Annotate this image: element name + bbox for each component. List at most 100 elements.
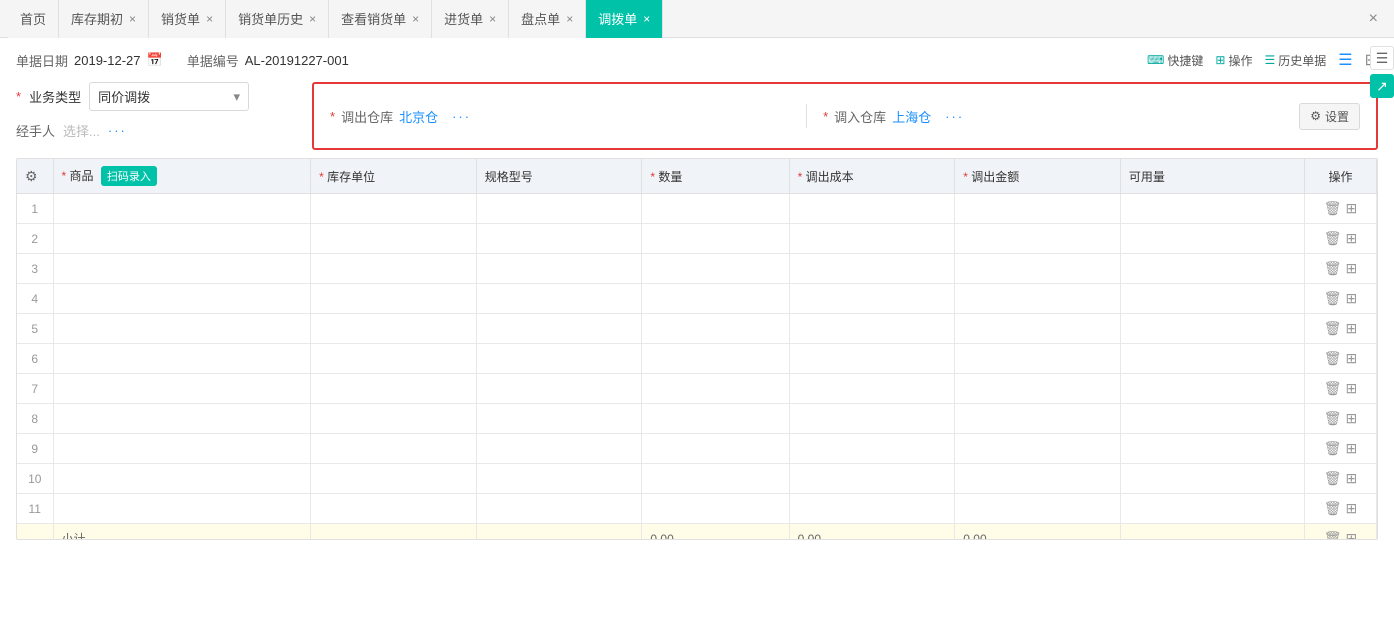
cell-spec[interactable]	[476, 224, 642, 254]
cell-available[interactable]	[1120, 434, 1304, 464]
transfer-in-more-icon[interactable]: ···	[945, 109, 964, 124]
subtotal-icon1[interactable]: 🗑	[1324, 530, 1342, 539]
cell-cost[interactable]	[789, 254, 955, 284]
cell-product[interactable]	[53, 434, 311, 464]
business-type-select[interactable]: 同价调拨 ▾	[89, 82, 249, 111]
cell-product[interactable]	[53, 344, 311, 374]
cell-unit[interactable]	[311, 254, 477, 284]
delete-row-icon[interactable]: 🗑	[1324, 290, 1342, 306]
cell-amount[interactable]	[955, 464, 1121, 494]
delete-row-icon[interactable]: 🗑	[1324, 500, 1342, 516]
cell-qty[interactable]	[642, 494, 789, 524]
tab-sales-history[interactable]: 销货单历史 ×	[226, 0, 329, 38]
tab-home[interactable]: 首页	[8, 0, 59, 38]
cell-qty[interactable]	[642, 374, 789, 404]
copy-row-icon[interactable]: ⊞	[1346, 440, 1358, 456]
cell-amount[interactable]	[955, 374, 1121, 404]
cell-cost[interactable]	[789, 494, 955, 524]
delete-row-icon[interactable]: 🗑	[1324, 380, 1342, 396]
cell-unit[interactable]	[311, 374, 477, 404]
delete-row-icon[interactable]: 🗑	[1324, 350, 1342, 366]
cell-unit[interactable]	[311, 434, 477, 464]
right-panel-export-btn[interactable]: ↗	[1370, 74, 1394, 98]
cell-amount[interactable]	[955, 494, 1121, 524]
cell-spec[interactable]	[476, 284, 642, 314]
cell-available[interactable]	[1120, 494, 1304, 524]
cell-cost[interactable]	[789, 464, 955, 494]
cell-cost[interactable]	[789, 314, 955, 344]
tab-close-inventory-init[interactable]: ×	[129, 12, 136, 26]
cell-cost[interactable]	[789, 344, 955, 374]
cell-spec[interactable]	[476, 194, 642, 224]
cell-product[interactable]	[53, 314, 311, 344]
list-view-btn[interactable]: ☰	[1338, 50, 1352, 70]
cell-spec[interactable]	[476, 254, 642, 284]
cell-available[interactable]	[1120, 464, 1304, 494]
cell-qty[interactable]	[642, 464, 789, 494]
cell-spec[interactable]	[476, 434, 642, 464]
cell-amount[interactable]	[955, 434, 1121, 464]
cell-spec[interactable]	[476, 314, 642, 344]
cell-spec[interactable]	[476, 464, 642, 494]
tab-close-sales-order[interactable]: ×	[206, 12, 213, 26]
cell-available[interactable]	[1120, 194, 1304, 224]
copy-row-icon[interactable]: ⊞	[1346, 470, 1358, 486]
settings-button[interactable]: ⚙ 设置	[1299, 103, 1360, 130]
cell-amount[interactable]	[955, 194, 1121, 224]
delete-row-icon[interactable]: 🗑	[1324, 200, 1342, 216]
cell-unit[interactable]	[311, 464, 477, 494]
cell-qty[interactable]	[642, 194, 789, 224]
cell-product[interactable]	[53, 224, 311, 254]
cell-qty[interactable]	[642, 284, 789, 314]
transfer-out-value[interactable]: 北京仓	[399, 107, 438, 126]
cell-cost[interactable]	[789, 404, 955, 434]
close-all-tabs[interactable]: ×	[1361, 10, 1386, 28]
operations-btn[interactable]: ⊞ 操作	[1215, 52, 1252, 69]
cell-qty[interactable]	[642, 434, 789, 464]
tab-inventory-init[interactable]: 库存期初 ×	[59, 0, 149, 38]
delete-row-icon[interactable]: 🗑	[1324, 320, 1342, 336]
delete-row-icon[interactable]: 🗑	[1324, 470, 1342, 486]
cell-unit[interactable]	[311, 314, 477, 344]
cell-spec[interactable]	[476, 344, 642, 374]
cell-qty[interactable]	[642, 254, 789, 284]
cell-product[interactable]	[53, 464, 311, 494]
cell-product[interactable]	[53, 194, 311, 224]
copy-row-icon[interactable]: ⊞	[1346, 200, 1358, 216]
cell-amount[interactable]	[955, 224, 1121, 254]
cell-unit[interactable]	[311, 344, 477, 374]
cell-amount[interactable]	[955, 314, 1121, 344]
cell-available[interactable]	[1120, 374, 1304, 404]
cell-available[interactable]	[1120, 254, 1304, 284]
cell-available[interactable]	[1120, 284, 1304, 314]
cell-amount[interactable]	[955, 344, 1121, 374]
tab-close-view-sales[interactable]: ×	[412, 12, 419, 26]
copy-row-icon[interactable]: ⊞	[1346, 500, 1358, 516]
cell-product[interactable]	[53, 284, 311, 314]
subtotal-icon2[interactable]: ⊞	[1346, 530, 1358, 539]
cell-cost[interactable]	[789, 224, 955, 254]
cell-available[interactable]	[1120, 224, 1304, 254]
scan-entry-button[interactable]: 扫码录入	[101, 166, 157, 186]
cell-unit[interactable]	[311, 494, 477, 524]
column-settings-icon[interactable]: ⚙	[25, 168, 38, 184]
cell-spec[interactable]	[476, 494, 642, 524]
transfer-out-more-icon[interactable]: ···	[452, 109, 471, 124]
tab-sales-order[interactable]: 销货单 ×	[149, 0, 226, 38]
cell-unit[interactable]	[311, 284, 477, 314]
person-more-icon[interactable]: ···	[108, 123, 127, 138]
cell-unit[interactable]	[311, 404, 477, 434]
cell-cost[interactable]	[789, 194, 955, 224]
delete-row-icon[interactable]: 🗑	[1324, 410, 1342, 426]
shortcut-key-btn[interactable]: ⌨ 快捷键	[1147, 52, 1203, 69]
cell-cost[interactable]	[789, 284, 955, 314]
cell-qty[interactable]	[642, 344, 789, 374]
cell-cost[interactable]	[789, 374, 955, 404]
tab-purchase-order[interactable]: 进货单 ×	[432, 0, 509, 38]
tab-close-sales-history[interactable]: ×	[309, 12, 316, 26]
cell-spec[interactable]	[476, 374, 642, 404]
copy-row-icon[interactable]: ⊞	[1346, 350, 1358, 366]
cell-amount[interactable]	[955, 404, 1121, 434]
cell-available[interactable]	[1120, 314, 1304, 344]
cell-unit[interactable]	[311, 224, 477, 254]
